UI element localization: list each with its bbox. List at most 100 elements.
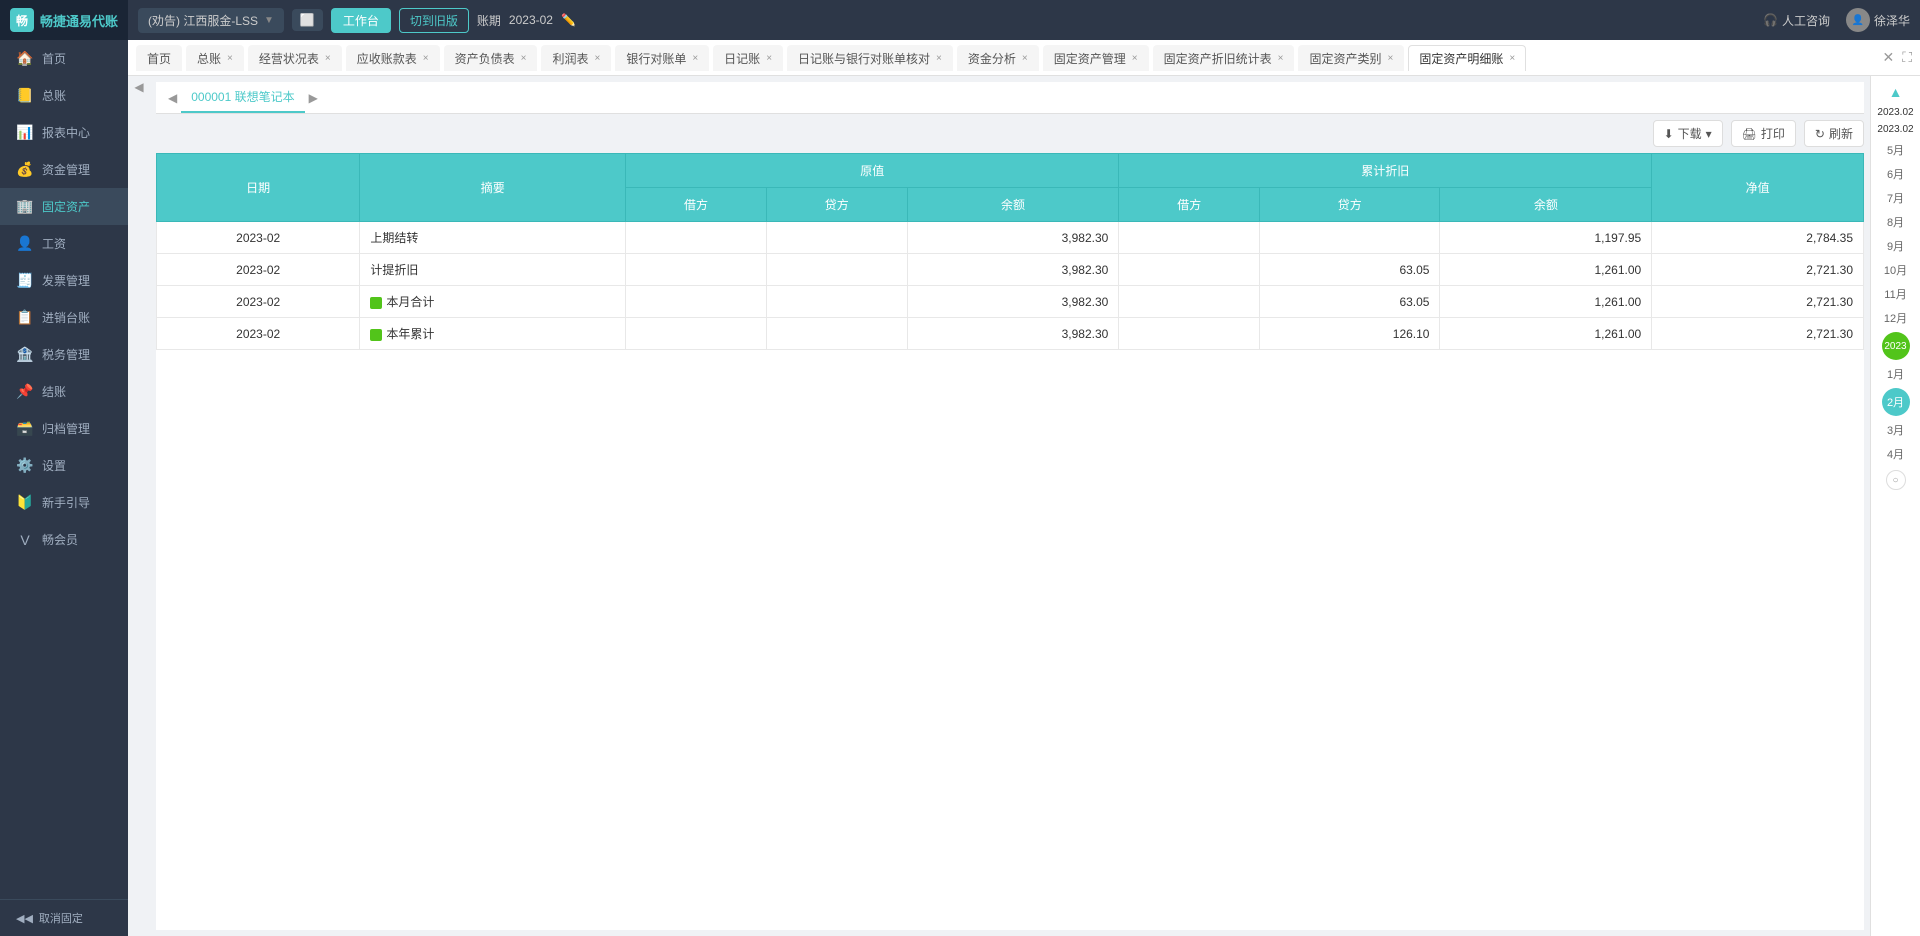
switch-version-button[interactable]: 切到旧版 <box>399 8 469 33</box>
close-icon[interactable]: × <box>325 53 331 64</box>
user-menu[interactable]: 👤 徐泽华 <box>1846 8 1910 32</box>
sidebar-item-general-ledger[interactable]: 📒 总账 <box>0 77 128 114</box>
tab-home[interactable]: 首页 <box>136 45 182 71</box>
tab-assets-liabilities[interactable]: 资产负债表 × <box>444 45 538 71</box>
tab-fixed-mgmt[interactable]: 固定资产管理 × <box>1043 45 1149 71</box>
month-1[interactable]: 1月 <box>1871 362 1920 386</box>
maximize-icon[interactable]: ⛶ <box>1902 49 1912 66</box>
tab-fixed-detail[interactable]: 固定资产明细账 × <box>1408 45 1526 71</box>
month-12[interactable]: 12月 <box>1871 306 1920 330</box>
close-icon[interactable]: × <box>692 53 698 64</box>
tab-capital-analysis[interactable]: 资金分析 × <box>957 45 1039 71</box>
table-row: 2023-02 本年累计 3,982.30 126.10 1,261.00 2,… <box>157 318 1864 350</box>
sidebar-item-capital-mgmt[interactable]: 💰 资金管理 <box>0 151 128 188</box>
close-icon[interactable]: × <box>1509 53 1515 64</box>
cell-orig-balance: 3,982.30 <box>907 318 1119 350</box>
year-label-2023-2[interactable]: 2023.02 <box>1871 121 1920 138</box>
avatar: 👤 <box>1846 8 1870 32</box>
topbar: (劝告) 江西服金-LSS ▼ ⬜ 工作台 切到旧版 账期 2023-02 ✏️… <box>128 0 1920 40</box>
month-6[interactable]: 6月 <box>1871 162 1920 186</box>
unpin-button[interactable]: ◀◀ 取消固定 <box>0 899 128 936</box>
tab-status[interactable]: 经营状况表 × <box>248 45 342 71</box>
sidebar-item-fixed-assets[interactable]: 🏢 固定资产 <box>0 188 128 225</box>
close-icon[interactable]: × <box>1022 53 1028 64</box>
sidebar-item-tax-mgmt[interactable]: 🏦 税务管理 <box>0 336 128 373</box>
sub-tab-asset-001[interactable]: 000001 联想笔记本 <box>181 82 304 113</box>
close-icon[interactable]: × <box>766 53 772 64</box>
tab-receivable[interactable]: 应收账款表 × <box>346 45 440 71</box>
print-button[interactable]: 🖨 打印 <box>1731 120 1796 147</box>
month-2-active[interactable]: 2月 <box>1882 388 1910 416</box>
cell-accum-debit <box>1119 254 1260 286</box>
sidebar-item-home[interactable]: 🏠 首页 <box>0 40 128 77</box>
close-icon[interactable]: × <box>594 53 600 64</box>
tab-fixed-deprec[interactable]: 固定资产折旧统计表 × <box>1153 45 1295 71</box>
tab-bank-statement[interactable]: 银行对账单 × <box>615 45 709 71</box>
month-8[interactable]: 8月 <box>1871 210 1920 234</box>
tab-label: 固定资产类别 <box>1309 50 1381 67</box>
sidebar-item-label: 进销台账 <box>42 309 90 326</box>
cell-date: 2023-02 <box>157 222 360 254</box>
sub-tab-prev-icon[interactable]: ◀ <box>164 91 181 105</box>
col-accum-credit: 贷方 <box>1260 188 1440 222</box>
month-scroll-up-icon[interactable]: ▲ <box>1885 80 1907 104</box>
year-2023-marker[interactable]: 2023 <box>1882 332 1910 360</box>
sidebar-item-sales-ledger[interactable]: 📋 进销台账 <box>0 299 128 336</box>
logo-icon: 畅 <box>10 8 34 32</box>
download-icon: ⬇ <box>1664 127 1674 141</box>
tab-journal[interactable]: 日记账 × <box>713 45 783 71</box>
sidebar-item-label: 新手引导 <box>42 494 90 511</box>
close-icon[interactable]: × <box>1132 53 1138 64</box>
archive-icon: 🗃️ <box>16 420 34 437</box>
sidebar-item-archive-mgmt[interactable]: 🗃️ 归档管理 <box>0 410 128 447</box>
main-content: ◀ 000001 联想笔记本 ▶ ⬇ 下载 ▾ 🖨 打印 ↻ <box>150 76 1870 936</box>
support-button[interactable]: 🎧 人工咨询 <box>1763 12 1830 29</box>
sidebar-item-invoice-mgmt[interactable]: 🧾 发票管理 <box>0 262 128 299</box>
month-11[interactable]: 11月 <box>1871 282 1920 306</box>
close-all-icon[interactable]: ✕ <box>1882 49 1894 66</box>
sidebar-item-label: 固定资产 <box>42 198 90 215</box>
sub-tabbar: ◀ 000001 联想笔记本 ▶ <box>156 82 1864 114</box>
close-icon[interactable]: × <box>936 53 942 64</box>
sidebar-item-vip[interactable]: V 畅会员 <box>0 521 128 558</box>
close-icon[interactable]: × <box>1387 53 1393 64</box>
col-net-value: 净值 <box>1652 154 1864 222</box>
close-icon[interactable]: × <box>1278 53 1284 64</box>
sidebar-item-settlement[interactable]: 📌 结账 <box>0 373 128 410</box>
period-label: 账期 2023-02 ✏️ <box>477 12 576 29</box>
unpin-icon: ◀◀ <box>16 912 33 925</box>
company-selector[interactable]: (劝告) 江西服金-LSS ▼ <box>138 8 284 33</box>
col-accum-balance: 余额 <box>1440 188 1652 222</box>
month-10[interactable]: 10月 <box>1871 258 1920 282</box>
close-icon[interactable]: × <box>521 53 527 64</box>
tax-icon: 🏦 <box>16 346 34 363</box>
sidebar-item-beginner-guide[interactable]: 🔰 新手引导 <box>0 484 128 521</box>
cell-summary: 本年累计 <box>360 318 626 350</box>
circle-nav[interactable]: ○ <box>1886 470 1906 490</box>
month-9[interactable]: 9月 <box>1871 234 1920 258</box>
tab-fixed-category[interactable]: 固定资产类别 × <box>1298 45 1404 71</box>
workbench-button[interactable]: 工作台 <box>331 8 391 33</box>
table-row: 2023-02 计提折旧 3,982.30 63.05 1,261.00 2,7… <box>157 254 1864 286</box>
copy-button[interactable]: ⬜ <box>292 9 323 31</box>
download-button[interactable]: ⬇ 下载 ▾ <box>1653 120 1723 147</box>
period-edit-icon[interactable]: ✏️ <box>561 13 576 27</box>
tab-profit[interactable]: 利润表 × <box>541 45 611 71</box>
scroll-left-icon[interactable]: ◀ <box>134 80 143 94</box>
close-icon[interactable]: × <box>423 53 429 64</box>
refresh-button[interactable]: ↻ 刷新 <box>1804 120 1864 147</box>
month-7[interactable]: 7月 <box>1871 186 1920 210</box>
tab-label: 应收账款表 <box>357 50 417 67</box>
close-icon[interactable]: × <box>227 53 233 64</box>
sidebar-item-settings[interactable]: ⚙️ 设置 <box>0 447 128 484</box>
month-4[interactable]: 4月 <box>1871 442 1920 466</box>
tab-journal-bank[interactable]: 日记账与银行对账单核对 × <box>787 45 953 71</box>
toolbar: ⬇ 下载 ▾ 🖨 打印 ↻ 刷新 <box>156 120 1864 147</box>
tab-general[interactable]: 总账 × <box>186 45 244 71</box>
month-3[interactable]: 3月 <box>1871 418 1920 442</box>
sidebar-item-report-center[interactable]: 📊 报表中心 <box>0 114 128 151</box>
sidebar-item-payroll[interactable]: 👤 工资 <box>0 225 128 262</box>
year-label-2023-1[interactable]: 2023.02 <box>1871 104 1920 121</box>
sub-tab-next-icon[interactable]: ▶ <box>305 91 322 105</box>
month-5[interactable]: 5月 <box>1871 138 1920 162</box>
